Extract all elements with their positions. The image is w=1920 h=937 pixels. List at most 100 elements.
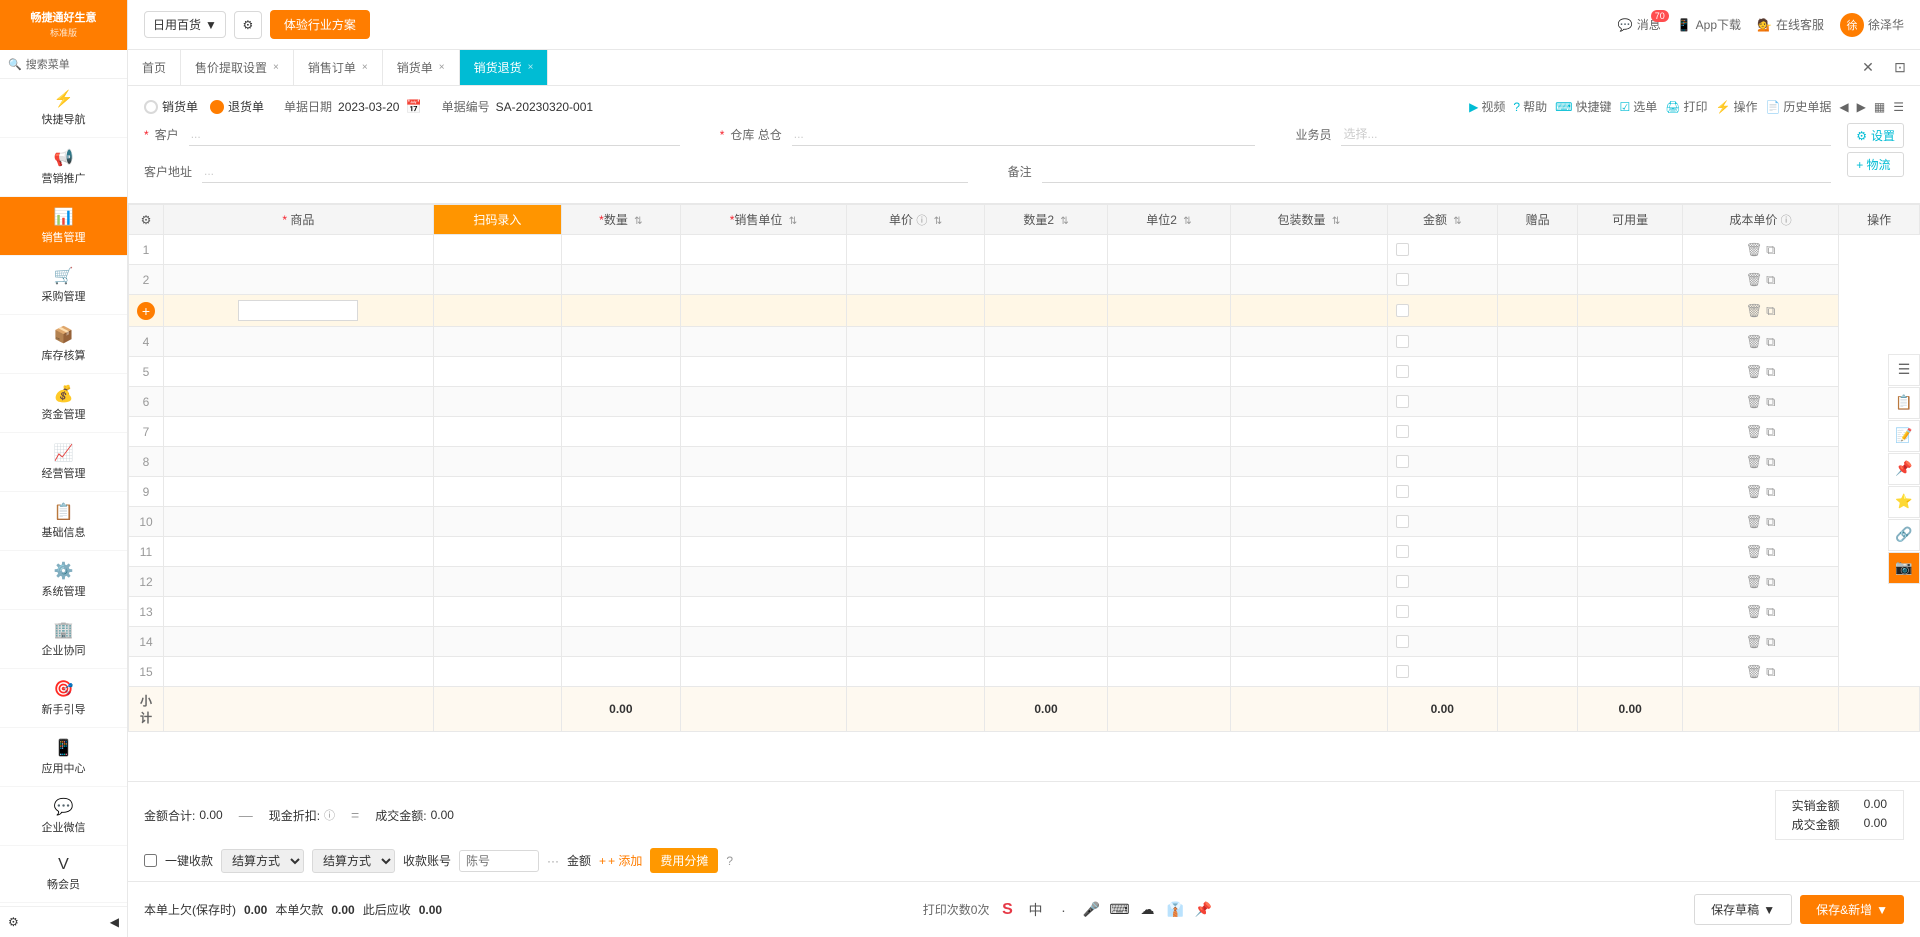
delete-row-button[interactable]: 🗑 — [1746, 544, 1763, 560]
gift-checkbox[interactable] — [1396, 273, 1409, 286]
one-key-payment-checkbox[interactable] — [144, 854, 157, 867]
sidebar-item-wechat[interactable]: 💬 企业微信 — [0, 787, 127, 846]
product-cell[interactable] — [164, 295, 434, 327]
delete-row-button[interactable]: 🗑 — [1746, 364, 1763, 380]
gift-checkbox[interactable] — [1396, 365, 1409, 378]
add-row-button[interactable]: + — [137, 302, 155, 320]
delete-row-button[interactable]: 🗑 — [1746, 303, 1763, 319]
logistics-button[interactable]: + 物流 — [1847, 152, 1904, 177]
discount-help-icon[interactable]: ⓘ — [324, 807, 335, 823]
expand-tab-button[interactable]: ⊡ — [1888, 56, 1912, 80]
sidebar-item-appcenter[interactable]: 📱 应用中心 — [0, 728, 127, 787]
gift-checkbox[interactable] — [1396, 605, 1409, 618]
dots-icon[interactable]: ··· — [547, 854, 559, 868]
copy-row-button[interactable]: ⧉ — [1766, 574, 1775, 590]
fee-help-icon[interactable]: ? — [726, 854, 733, 868]
toolbar-history[interactable]: 📄 历史单据 — [1765, 98, 1831, 115]
tab-home[interactable]: 首页 — [128, 50, 181, 85]
radio-sales[interactable]: 销货单 — [144, 98, 198, 115]
copy-row-button[interactable]: ⧉ — [1766, 514, 1775, 530]
account-select[interactable]: 结算方式 — [312, 849, 395, 873]
delete-row-button[interactable]: 🗑 — [1746, 514, 1763, 530]
radio-return[interactable]: 退货单 — [210, 98, 264, 115]
gift-checkbox[interactable] — [1396, 455, 1409, 468]
float-btn-1[interactable]: ☰ — [1888, 354, 1920, 386]
settings-icon[interactable]: ⚙ — [8, 915, 19, 929]
delete-row-button[interactable]: 🗑 — [1746, 334, 1763, 350]
sidebar-search[interactable]: 🔍 搜索菜单 — [0, 50, 127, 79]
keyboard-icon[interactable]: ⌨ — [1109, 900, 1129, 920]
setup-button[interactable]: ⚙ 设置 — [1847, 123, 1904, 148]
toolbar-print[interactable]: 🖨 打印 — [1665, 98, 1707, 115]
float-btn-5[interactable]: ⭐ — [1888, 486, 1920, 518]
copy-row-button[interactable]: ⧉ — [1766, 634, 1775, 650]
staff-input[interactable] — [1341, 123, 1831, 146]
gift-checkbox[interactable] — [1396, 635, 1409, 648]
sidebar-item-marketing[interactable]: 📢 营销推广 — [0, 138, 127, 197]
copy-row-button[interactable]: ⧉ — [1766, 424, 1775, 440]
delete-row-button[interactable]: 🗑 — [1746, 634, 1763, 650]
copy-row-button[interactable]: ⧉ — [1766, 303, 1775, 319]
app-download-button[interactable]: 📱 App下载 — [1677, 16, 1741, 33]
date-value[interactable]: 2023-03-20 — [338, 100, 399, 114]
gift-checkbox[interactable] — [1396, 575, 1409, 588]
gear-button[interactable]: ⚙ — [234, 11, 262, 39]
tab-close-icon[interactable]: × — [273, 62, 279, 73]
delete-row-button[interactable]: 🗑 — [1746, 272, 1763, 288]
gift-checkbox[interactable] — [1396, 425, 1409, 438]
sidebar-item-enterprise[interactable]: 🏢 企业协同 — [0, 610, 127, 669]
gift-checkbox[interactable] — [1396, 545, 1409, 558]
copy-row-button[interactable]: ⧉ — [1766, 454, 1775, 470]
message-button[interactable]: 💬 消息 70 — [1618, 16, 1661, 33]
float-btn-4[interactable]: 📌 — [1888, 453, 1920, 485]
toolbar-shortcuts[interactable]: ⌨ 快捷键 — [1555, 98, 1611, 115]
delete-row-button[interactable]: 🗑 — [1746, 574, 1763, 590]
tab-sales-order[interactable]: 销售订单 × — [294, 50, 383, 85]
tab-sales-return[interactable]: 销货退货 × — [460, 50, 549, 85]
col-header-gear[interactable]: ⚙ — [129, 205, 164, 235]
toolbar-select[interactable]: ☑ 选单 — [1619, 98, 1657, 115]
toolbar-list-view[interactable]: ☰ — [1893, 100, 1904, 114]
gift-checkbox[interactable] — [1396, 304, 1409, 317]
online-service-button[interactable]: 💁 在线客服 — [1757, 16, 1824, 33]
tab-close-icon[interactable]: × — [439, 62, 445, 73]
copy-row-button[interactable]: ⧉ — [1766, 394, 1775, 410]
calendar-icon[interactable]: 📅 — [405, 99, 421, 115]
copy-row-button[interactable]: ⧉ — [1766, 544, 1775, 560]
toolbar-help[interactable]: ? 帮助 — [1513, 98, 1547, 115]
toolbar-grid-view[interactable]: ▦ — [1874, 100, 1885, 114]
close-tab-button[interactable]: ✕ — [1856, 56, 1880, 80]
user-profile[interactable]: 徐 徐泽华 — [1840, 13, 1904, 37]
sidebar-item-finance[interactable]: 💰 资金管理 — [0, 374, 127, 433]
float-btn-2[interactable]: 📋 — [1888, 387, 1920, 419]
calc-method-select[interactable]: 结算方式 — [221, 849, 304, 873]
gift-checkbox[interactable] — [1396, 243, 1409, 256]
gift-checkbox[interactable] — [1396, 665, 1409, 678]
save-draft-button[interactable]: 保存草稿 ▼ — [1694, 894, 1792, 925]
float-btn-7[interactable]: 📷 — [1888, 552, 1920, 584]
toolbar-operate[interactable]: ⚡ 操作 — [1715, 98, 1757, 115]
toolbar-video[interactable]: ▶ 视频 — [1469, 98, 1505, 115]
gift-checkbox[interactable] — [1396, 395, 1409, 408]
delete-row-button[interactable]: 🗑 — [1746, 394, 1763, 410]
fee-split-button[interactable]: 费用分摊 — [650, 848, 718, 873]
copy-row-button[interactable]: ⧉ — [1766, 604, 1775, 620]
tab-close-icon[interactable]: × — [362, 62, 368, 73]
sidebar-item-shortcuts[interactable]: ⚡ 快捷导航 — [0, 79, 127, 138]
delete-row-button[interactable]: 🗑 — [1746, 242, 1763, 258]
copy-row-button[interactable]: ⧉ — [1766, 364, 1775, 380]
save-new-button[interactable]: 保存&新增 ▼ — [1800, 895, 1904, 924]
sidebar-item-inventory[interactable]: 📦 库存核算 — [0, 315, 127, 374]
col-header-barcode[interactable]: 扫码录入 — [433, 205, 561, 235]
delete-row-button[interactable]: 🗑 — [1746, 484, 1763, 500]
copy-row-button[interactable]: ⧉ — [1766, 272, 1775, 288]
tab-price-setting[interactable]: 售价提取设置 × — [181, 50, 294, 85]
tab-close-icon[interactable]: × — [528, 62, 534, 73]
account-input[interactable] — [459, 850, 539, 872]
copy-row-button[interactable]: ⧉ — [1766, 334, 1775, 350]
warehouse-input[interactable] — [792, 123, 1256, 146]
sidebar-item-newbie[interactable]: 🎯 新手引导 — [0, 669, 127, 728]
delete-row-button[interactable]: 🗑 — [1746, 424, 1763, 440]
address-input[interactable] — [202, 160, 968, 183]
copy-row-button[interactable]: ⧉ — [1766, 484, 1775, 500]
